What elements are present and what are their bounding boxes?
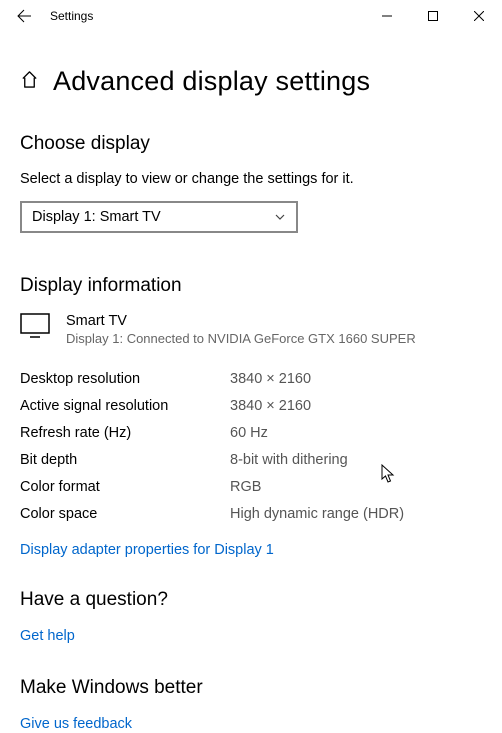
help-heading: Have a question? — [20, 589, 482, 611]
home-icon — [20, 70, 39, 89]
prop-color-format: Color format RGB — [20, 474, 482, 501]
feedback-section: Make Windows better Give us feedback — [20, 677, 482, 733]
chevron-down-icon — [274, 211, 286, 223]
choose-display-section: Choose display Select a display to view … — [20, 133, 482, 233]
prop-label: Color format — [20, 474, 230, 501]
prop-label: Desktop resolution — [20, 366, 230, 393]
prop-bit-depth: Bit depth 8-bit with dithering — [20, 447, 482, 474]
titlebar: Settings — [0, 0, 502, 32]
prop-label: Active signal resolution — [20, 393, 230, 420]
page-title: Advanced display settings — [53, 66, 370, 97]
home-button[interactable] — [20, 70, 39, 94]
display-info-heading: Display information — [20, 275, 482, 297]
window-controls — [364, 0, 502, 32]
prop-refresh-rate: Refresh rate (Hz) 60 Hz — [20, 420, 482, 447]
display-selector[interactable]: Display 1: Smart TV — [20, 201, 298, 233]
close-icon — [474, 11, 484, 21]
prop-label: Refresh rate (Hz) — [20, 420, 230, 447]
prop-value: 8-bit with dithering — [230, 447, 348, 474]
feedback-heading: Make Windows better — [20, 677, 482, 699]
choose-display-help: Select a display to view or change the s… — [20, 171, 482, 187]
prop-label: Bit depth — [20, 447, 230, 474]
monitor-icon — [20, 313, 50, 339]
device-summary: Smart TV Display 1: Connected to NVIDIA … — [20, 313, 482, 346]
prop-value: 3840 × 2160 — [230, 393, 311, 420]
prop-value: High dynamic range (HDR) — [230, 501, 404, 528]
get-help-link[interactable]: Get help — [20, 628, 75, 644]
back-button[interactable] — [8, 0, 40, 32]
content-area: Advanced display settings Choose display… — [0, 32, 502, 733]
prop-label: Color space — [20, 501, 230, 528]
maximize-button[interactable] — [410, 0, 456, 32]
device-connection: Display 1: Connected to NVIDIA GeForce G… — [66, 331, 416, 346]
choose-display-heading: Choose display — [20, 133, 482, 155]
adapter-properties-link[interactable]: Display adapter properties for Display 1 — [20, 542, 274, 558]
display-info-section: Display information Smart TV Display 1: … — [20, 275, 482, 559]
display-selector-value: Display 1: Smart TV — [32, 209, 161, 225]
give-feedback-link[interactable]: Give us feedback — [20, 716, 132, 732]
help-section: Have a question? Get help — [20, 589, 482, 645]
device-name: Smart TV — [66, 313, 416, 329]
minimize-icon — [382, 11, 392, 21]
minimize-button[interactable] — [364, 0, 410, 32]
prop-value: RGB — [230, 474, 261, 501]
arrow-left-icon — [16, 8, 32, 24]
prop-desktop-resolution: Desktop resolution 3840 × 2160 — [20, 366, 482, 393]
maximize-icon — [428, 11, 438, 21]
prop-signal-resolution: Active signal resolution 3840 × 2160 — [20, 393, 482, 420]
prop-value: 3840 × 2160 — [230, 366, 311, 393]
close-button[interactable] — [456, 0, 502, 32]
page-header: Advanced display settings — [20, 66, 482, 97]
prop-color-space: Color space High dynamic range (HDR) — [20, 501, 482, 528]
titlebar-app-name: Settings — [50, 9, 93, 23]
prop-value: 60 Hz — [230, 420, 268, 447]
